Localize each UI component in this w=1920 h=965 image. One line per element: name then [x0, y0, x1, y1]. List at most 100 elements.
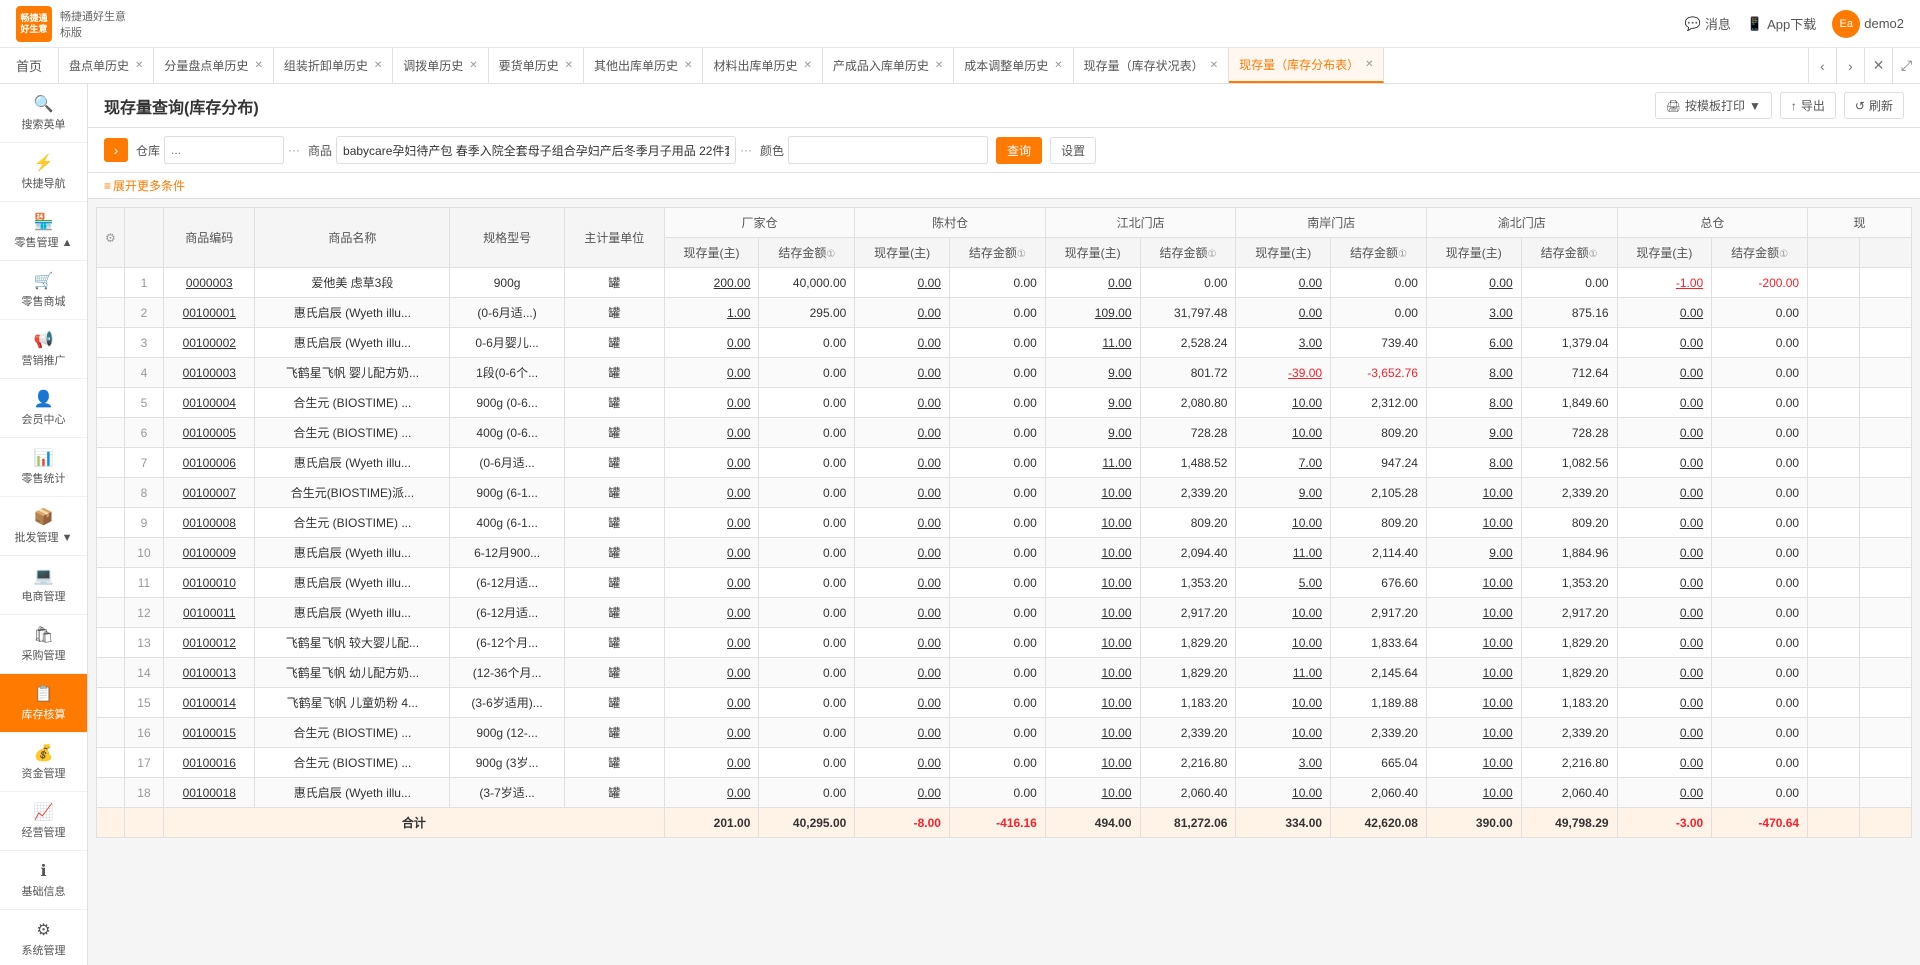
cell-f1q[interactable]: 0.00 — [664, 688, 759, 718]
cell-f4q[interactable]: 10.00 — [1236, 628, 1331, 658]
cell-code[interactable]: 00100003 — [164, 358, 255, 388]
tab-dbbls[interactable]: 调拨单历史✕ — [393, 48, 488, 83]
print-button[interactable]: 🖨 按模板打印 ▼ — [1655, 92, 1772, 119]
cell-f4q[interactable]: 0.00 — [1236, 298, 1331, 328]
tab-close-icon[interactable]: ✕ — [684, 60, 692, 71]
cell-f1q[interactable]: 0.00 — [664, 478, 759, 508]
sidebar-item-retail-stats[interactable]: 📊 零售统计 — [0, 438, 87, 497]
cell-f3q[interactable]: 11.00 — [1045, 448, 1140, 478]
cell-f3q[interactable]: 9.00 — [1045, 388, 1140, 418]
filter-expand-arrow[interactable]: › — [104, 138, 128, 162]
cell-f3q[interactable]: 10.00 — [1045, 628, 1140, 658]
color-input[interactable] — [788, 136, 988, 164]
sidebar-item-ecommerce[interactable]: 💻 电商管理 — [0, 556, 87, 615]
settings-button[interactable]: 设置 — [1050, 137, 1096, 164]
tab-flpdzls[interactable]: 分量盘点单历史✕ — [154, 48, 273, 83]
cell-f2q[interactable]: 0.00 — [855, 298, 950, 328]
cell-f6q[interactable]: 0.00 — [1617, 388, 1712, 418]
cell-f2q[interactable]: 0.00 — [855, 418, 950, 448]
cell-f4q[interactable]: 10.00 — [1236, 418, 1331, 448]
cell-f3q[interactable]: 10.00 — [1045, 748, 1140, 778]
tab-cbtz[interactable]: 成本调整单历史✕ — [954, 48, 1073, 83]
product-input[interactable] — [336, 136, 736, 164]
cell-f4q[interactable]: 10.00 — [1236, 388, 1331, 418]
cell-f3q[interactable]: 10.00 — [1045, 688, 1140, 718]
cell-f6q[interactable]: 0.00 — [1617, 718, 1712, 748]
tab-next-button[interactable]: › — [1836, 48, 1864, 84]
cell-f3q[interactable]: 10.00 — [1045, 658, 1140, 688]
th-settings[interactable]: ⚙ — [97, 208, 125, 268]
sidebar-item-basic-info[interactable]: ℹ 基础信息 — [0, 851, 87, 910]
tab-zzzcls[interactable]: 组装折卸单历史✕ — [274, 48, 393, 83]
cell-f2q[interactable]: 0.00 — [855, 538, 950, 568]
sidebar-item-purchase[interactable]: 🛍 采购管理 — [0, 615, 87, 674]
tab-close-icon[interactable]: ✕ — [254, 60, 262, 71]
cell-f4q[interactable]: 3.00 — [1236, 328, 1331, 358]
cell-f3q[interactable]: 10.00 — [1045, 478, 1140, 508]
sidebar-item-members[interactable]: 👤 会员中心 — [0, 379, 87, 438]
cell-f4q[interactable]: 11.00 — [1236, 538, 1331, 568]
cell-f2q[interactable]: 0.00 — [855, 778, 950, 808]
cell-f3q[interactable]: 109.00 — [1045, 298, 1140, 328]
cell-f1q[interactable]: 0.00 — [664, 418, 759, 448]
tab-close-icon[interactable]: ✕ — [1210, 60, 1218, 71]
cell-f1q[interactable]: 200.00 — [664, 268, 759, 298]
cell-f1q[interactable]: 0.00 — [664, 388, 759, 418]
product-more-icon[interactable]: ··· — [740, 143, 752, 157]
cell-f5q[interactable]: 10.00 — [1426, 628, 1521, 658]
user-profile[interactable]: Ea demo2 — [1832, 10, 1904, 38]
cell-code[interactable]: 00100005 — [164, 418, 255, 448]
cell-f3q[interactable]: 9.00 — [1045, 358, 1140, 388]
cell-f4q[interactable]: 0.00 — [1236, 268, 1331, 298]
cell-f6q[interactable]: 0.00 — [1617, 688, 1712, 718]
cell-f3q[interactable]: 10.00 — [1045, 718, 1140, 748]
refresh-button[interactable]: ↺ 刷新 — [1844, 92, 1904, 119]
cell-f6q[interactable]: 0.00 — [1617, 418, 1712, 448]
cell-f6q[interactable]: -1.00 — [1617, 268, 1712, 298]
cell-f6q[interactable]: 0.00 — [1617, 508, 1712, 538]
tab-close-icon[interactable]: ✕ — [565, 60, 573, 71]
tab-luckls[interactable]: 材料出库单历史✕ — [703, 48, 822, 83]
search-button[interactable]: 查询 — [996, 137, 1042, 164]
cell-f4q[interactable]: 5.00 — [1236, 568, 1331, 598]
cell-code[interactable]: 0000003 — [164, 268, 255, 298]
cell-f2q[interactable]: 0.00 — [855, 358, 950, 388]
cell-f6q[interactable]: 0.00 — [1617, 358, 1712, 388]
tab-fullscreen-button[interactable]: ⤢ — [1892, 48, 1920, 84]
sidebar-item-search[interactable]: 🔍 搜索英单 — [0, 84, 87, 143]
tab-qtckls[interactable]: 其他出库单历史✕ — [584, 48, 703, 83]
messages-button[interactable]: 💬 消息 — [1685, 14, 1731, 33]
tab-prev-button[interactable]: ‹ — [1808, 48, 1836, 84]
cell-f6q[interactable]: 0.00 — [1617, 298, 1712, 328]
cell-f6q[interactable]: 0.00 — [1617, 628, 1712, 658]
cell-f1q[interactable]: 0.00 — [664, 598, 759, 628]
cell-f1q[interactable]: 0.00 — [664, 358, 759, 388]
expand-conditions-button[interactable]: ≡ 展开更多条件 — [104, 177, 185, 194]
cell-code[interactable]: 00100015 — [164, 718, 255, 748]
export-button[interactable]: ↑ 导出 — [1780, 92, 1836, 119]
cell-f1q[interactable]: 0.00 — [664, 658, 759, 688]
cell-f5q[interactable]: 8.00 — [1426, 388, 1521, 418]
cell-f3q[interactable]: 10.00 — [1045, 508, 1140, 538]
tab-close-icon[interactable]: ✕ — [935, 60, 943, 71]
cell-f1q[interactable]: 0.00 — [664, 748, 759, 778]
cell-f5q[interactable]: 6.00 — [1426, 328, 1521, 358]
cell-f1q[interactable]: 0.00 — [664, 718, 759, 748]
cell-f5q[interactable]: 9.00 — [1426, 418, 1521, 448]
cell-f4q[interactable]: 3.00 — [1236, 748, 1331, 778]
cell-f5q[interactable]: 9.00 — [1426, 538, 1521, 568]
tab-close-icon[interactable]: ✕ — [374, 60, 382, 71]
cell-f6q[interactable]: 0.00 — [1617, 538, 1712, 568]
cell-f1q[interactable]: 0.00 — [664, 538, 759, 568]
tab-close-all-button[interactable]: ✕ — [1864, 48, 1892, 84]
tab-pdzls[interactable]: 盘点单历史✕ — [59, 48, 154, 83]
cell-f5q[interactable]: 8.00 — [1426, 358, 1521, 388]
cell-f3q[interactable]: 9.00 — [1045, 418, 1140, 448]
cell-f2q[interactable]: 0.00 — [855, 598, 950, 628]
cell-f6q[interactable]: 0.00 — [1617, 778, 1712, 808]
cell-f5q[interactable]: 10.00 — [1426, 598, 1521, 628]
cell-f2q[interactable]: 0.00 — [855, 328, 950, 358]
cell-f2q[interactable]: 0.00 — [855, 718, 950, 748]
cell-f6q[interactable]: 0.00 — [1617, 598, 1712, 628]
cell-f4q[interactable]: 10.00 — [1236, 688, 1331, 718]
